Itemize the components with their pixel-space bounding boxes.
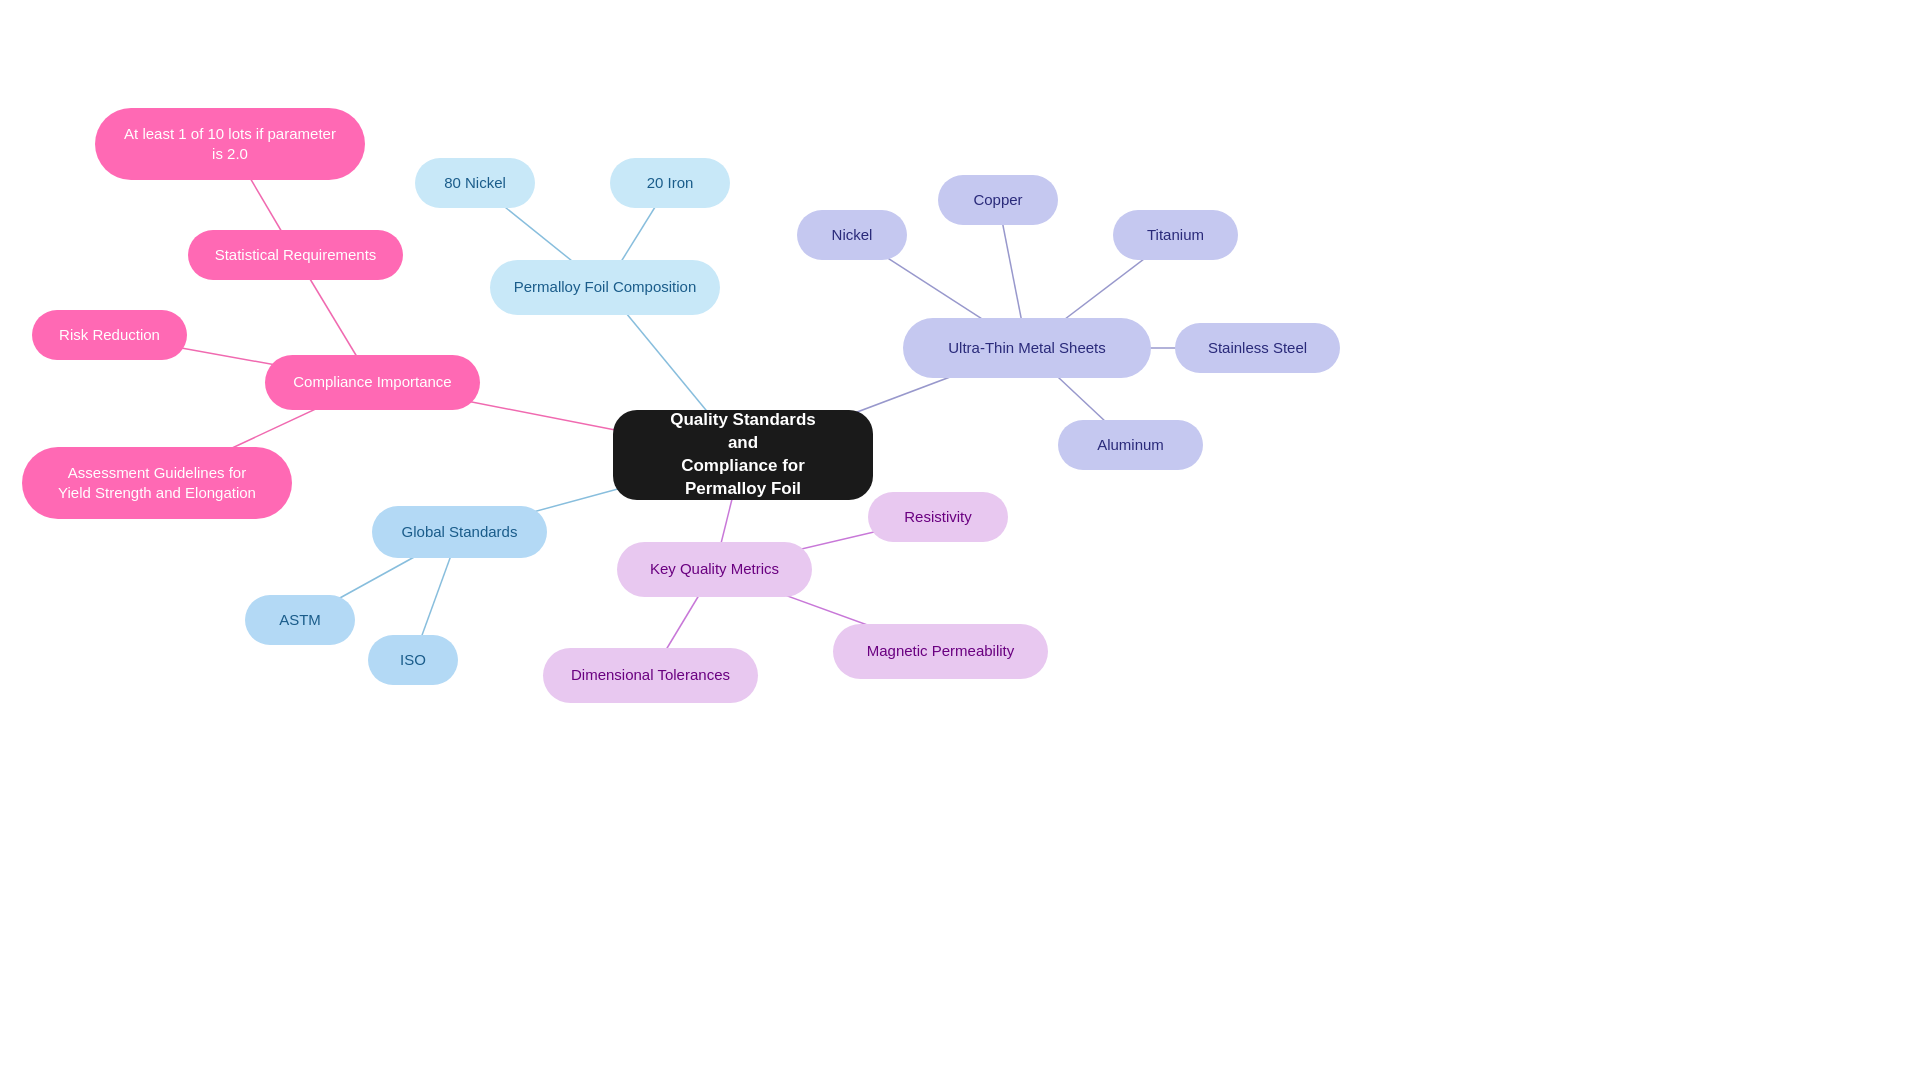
aluminum-label: Aluminum <box>1097 435 1164 455</box>
titanium-node: Titanium <box>1113 210 1238 260</box>
magnetic-permeability-label: Magnetic Permeability <box>867 641 1015 661</box>
permalloy-foil-composition: Permalloy Foil Composition <box>490 260 720 315</box>
key-quality-metrics-label: Key Quality Metrics <box>650 559 779 579</box>
iron-20-label: 20 Iron <box>647 173 694 193</box>
aluminum-node: Aluminum <box>1058 420 1203 470</box>
iso-node: ISO <box>368 635 458 685</box>
key-quality-metrics-node: Key Quality Metrics <box>617 542 812 597</box>
iron-20-node: 20 Iron <box>610 158 730 208</box>
astm-label: ASTM <box>279 610 321 630</box>
stainless-steel-label: Stainless Steel <box>1208 338 1307 358</box>
statistical-requirements-node: Statistical Requirements <box>188 230 403 280</box>
copper-node: Copper <box>938 175 1058 225</box>
compliance-importance-label: Compliance Importance <box>293 372 451 392</box>
risk-reduction-node: Risk Reduction <box>32 310 187 360</box>
dimensional-tolerances-node: Dimensional Tolerances <box>543 648 758 703</box>
dimensional-tolerances-label: Dimensional Tolerances <box>571 665 730 685</box>
magnetic-permeability-node: Magnetic Permeability <box>833 624 1048 679</box>
center-node: Quality Standards and Compliance for Per… <box>613 410 873 500</box>
risk-reduction-label: Risk Reduction <box>59 325 160 345</box>
assessment-guidelines-node: Assessment Guidelines for Yield Strength… <box>22 447 292 519</box>
at-least-label: At least 1 of 10 lots if parameter is 2.… <box>124 124 336 165</box>
nickel-node: Nickel <box>797 210 907 260</box>
ultra-thin-label: Ultra-Thin Metal Sheets <box>948 338 1106 358</box>
resistivity-label: Resistivity <box>904 507 972 527</box>
resistivity-node: Resistivity <box>868 492 1008 542</box>
stainless-steel-node: Stainless Steel <box>1175 323 1340 373</box>
statistical-requirements-label: Statistical Requirements <box>215 245 377 265</box>
titanium-label: Titanium <box>1147 225 1204 245</box>
global-standards-label: Global Standards <box>402 522 518 542</box>
iso-label: ISO <box>400 650 426 670</box>
ultra-thin-node: Ultra-Thin Metal Sheets <box>903 318 1151 378</box>
astm-node: ASTM <box>245 595 355 645</box>
global-standards-node: Global Standards <box>372 506 547 558</box>
nickel-label: Nickel <box>832 225 873 245</box>
assessment-guidelines-label: Assessment Guidelines for Yield Strength… <box>58 463 256 504</box>
at-least-node: At least 1 of 10 lots if parameter is 2.… <box>95 108 365 180</box>
center-label: Quality Standards and Compliance for Per… <box>653 409 833 501</box>
copper-label: Copper <box>973 190 1022 210</box>
nickel-80-label: 80 Nickel <box>444 173 506 193</box>
nickel-80-node: 80 Nickel <box>415 158 535 208</box>
compliance-importance-node: Compliance Importance <box>265 355 480 410</box>
permalloy-label: Permalloy Foil Composition <box>514 277 697 297</box>
